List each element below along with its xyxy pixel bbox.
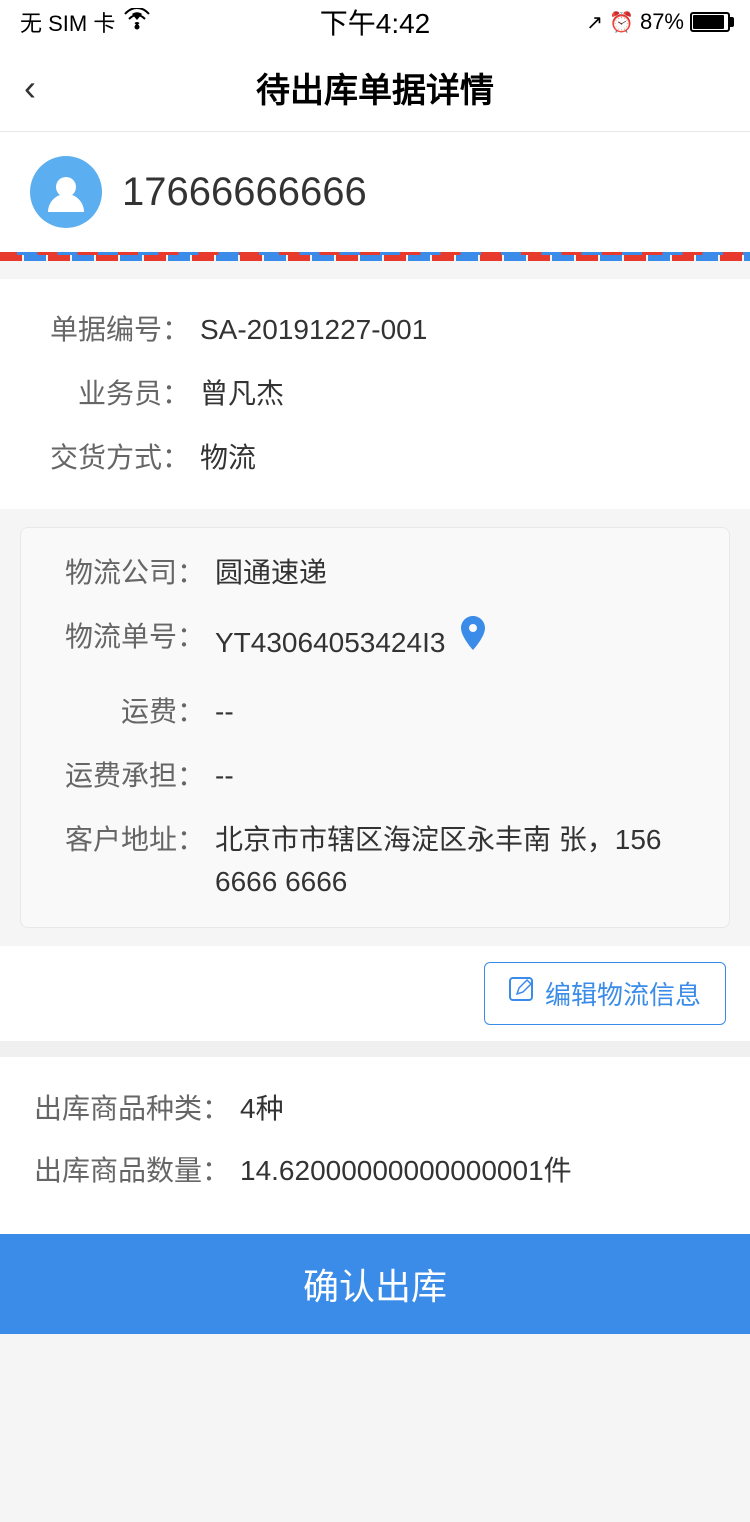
carrier-text: 无 SIM 卡 bbox=[20, 6, 115, 38]
tracking-location-icon[interactable] bbox=[457, 616, 489, 669]
salesman-row: 业务员： 曾凡杰 bbox=[30, 373, 720, 415]
goods-quantity-label: 出库商品数量： bbox=[30, 1149, 230, 1189]
logistics-company-row: 物流公司： 圆通速递 bbox=[45, 552, 705, 594]
edit-btn-row: 编辑物流信息 bbox=[0, 946, 750, 1041]
customer-header: 17666666666 bbox=[0, 132, 750, 255]
freight-bear-row: 运费承担： -- bbox=[45, 755, 705, 797]
doc-no-value: SA-20191227-001 bbox=[200, 309, 720, 351]
dash-divider bbox=[0, 255, 750, 261]
logistics-tracking-value: YT43064053424I3 bbox=[215, 616, 705, 669]
status-right: ↗ ⏰ 87% bbox=[586, 9, 730, 35]
freight-value: -- bbox=[215, 691, 705, 733]
nav-bar: ‹ 待出库单据详情 bbox=[0, 44, 750, 132]
battery-icon bbox=[690, 12, 730, 32]
back-button[interactable]: ‹ bbox=[24, 67, 36, 109]
address-row: 客户地址： 北京市市辖区海淀区永丰南 张，156 6666 6666 bbox=[45, 819, 705, 903]
status-bar: 无 SIM 卡 下午4:42 ↗ ⏰ 87% bbox=[0, 0, 750, 44]
page-title: 待出库单据详情 bbox=[256, 63, 494, 112]
user-icon bbox=[44, 170, 88, 214]
delivery-row: 交货方式： 物流 bbox=[30, 437, 720, 479]
location-status-icon: ↗ bbox=[586, 10, 603, 35]
edit-logistics-button[interactable]: 编辑物流信息 bbox=[484, 962, 726, 1025]
salesman-label: 业务员： bbox=[30, 373, 190, 415]
delivery-label: 交货方式： bbox=[30, 437, 190, 479]
goods-quantity-row: 出库商品数量： 14.62000000000000001件 bbox=[30, 1149, 720, 1189]
freight-row: 运费： -- bbox=[45, 691, 705, 733]
address-value: 北京市市辖区海淀区永丰南 张，156 6666 6666 bbox=[215, 819, 705, 903]
goods-section: 出库商品种类： 4种 出库商品数量： 14.62000000000000001件 bbox=[0, 1057, 750, 1219]
logistics-company-label: 物流公司： bbox=[45, 552, 205, 594]
wifi-icon bbox=[123, 8, 151, 36]
goods-quantity-value: 14.62000000000000001件 bbox=[240, 1149, 572, 1189]
order-info-section: 单据编号： SA-20191227-001 业务员： 曾凡杰 交货方式： 物流 bbox=[0, 279, 750, 509]
bottom-spacer bbox=[0, 1322, 750, 1522]
freight-bear-value: -- bbox=[215, 755, 705, 797]
goods-type-row: 出库商品种类： 4种 bbox=[30, 1087, 720, 1127]
alarm-icon: ⏰ bbox=[609, 10, 634, 35]
goods-type-label: 出库商品种类： bbox=[30, 1087, 230, 1127]
logistics-tracking-row: 物流单号： YT43064053424I3 bbox=[45, 616, 705, 669]
status-time: 下午4:42 bbox=[320, 2, 431, 42]
logistics-company-value: 圆通速递 bbox=[215, 552, 705, 594]
section-divider bbox=[0, 1041, 750, 1057]
battery-percent: 87% bbox=[640, 9, 684, 35]
address-label: 客户地址： bbox=[45, 819, 205, 861]
edit-icon bbox=[509, 977, 535, 1010]
doc-no-label: 单据编号： bbox=[30, 309, 190, 351]
logistics-card: 物流公司： 圆通速递 物流单号： YT43064053424I3 运费： -- … bbox=[20, 527, 730, 928]
goods-type-value: 4种 bbox=[240, 1087, 284, 1127]
status-left: 无 SIM 卡 bbox=[20, 6, 151, 38]
freight-label: 运费： bbox=[45, 691, 205, 733]
doc-no-row: 单据编号： SA-20191227-001 bbox=[30, 309, 720, 351]
edit-logistics-label: 编辑物流信息 bbox=[545, 975, 701, 1012]
salesman-value: 曾凡杰 bbox=[200, 373, 720, 415]
confirm-btn-bar[interactable]: 确认出库 bbox=[0, 1234, 750, 1334]
confirm-btn-label: 确认出库 bbox=[303, 1258, 447, 1310]
logistics-tracking-label: 物流单号： bbox=[45, 616, 205, 658]
freight-bear-label: 运费承担： bbox=[45, 755, 205, 797]
delivery-value: 物流 bbox=[200, 437, 720, 479]
customer-phone: 17666666666 bbox=[122, 170, 367, 215]
avatar bbox=[30, 156, 102, 228]
